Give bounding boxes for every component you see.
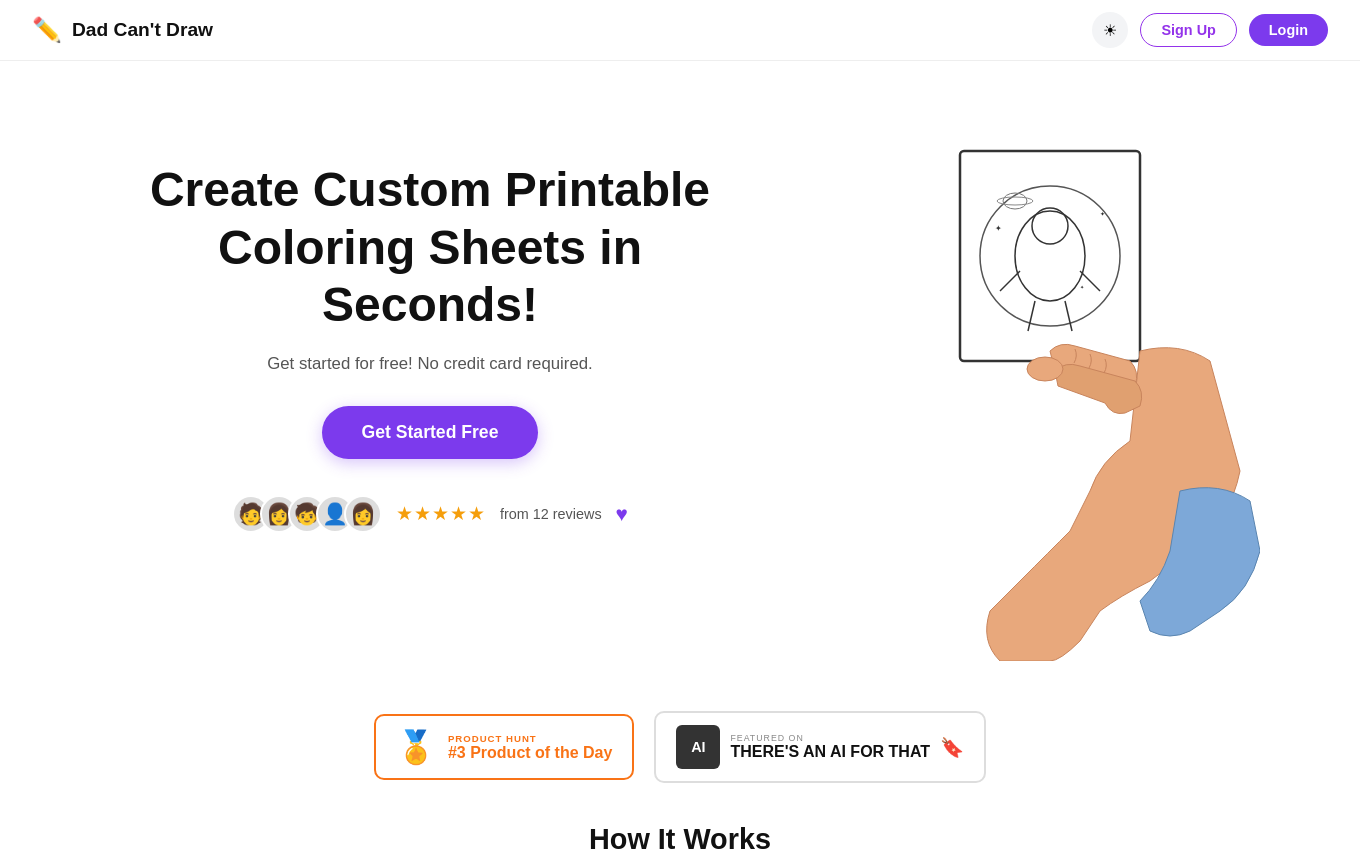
ph-title: #3 Product of the Day	[448, 744, 612, 762]
medal-icon: 🏅	[396, 728, 436, 766]
ai-featured-label: FEATURED ON	[730, 733, 930, 743]
how-it-works-section: How It Works	[0, 803, 1360, 859]
badges-section: 🏅 PRODUCT HUNT #3 Product of the Day AI …	[0, 701, 1360, 803]
logo-text: Dad Can't Draw	[72, 19, 213, 41]
avatar-group: 🧑 👩 🧒 👤 👩	[232, 495, 382, 533]
hero-hand-svg: ✦ ✦ ✦	[900, 121, 1260, 661]
review-count: from 12 reviews	[500, 506, 602, 522]
svg-text:✦: ✦	[995, 224, 1002, 233]
svg-text:✦: ✦	[1080, 284, 1084, 290]
ph-label: PRODUCT HUNT	[448, 733, 612, 744]
nav-actions: ☀ Sign Up Login	[1092, 12, 1328, 48]
hero-section: Create Custom Printable Coloring Sheets …	[0, 61, 1360, 701]
ph-text: PRODUCT HUNT #3 Product of the Day	[448, 733, 612, 762]
star-rating: ★★★★★	[396, 502, 486, 525]
social-proof: 🧑 👩 🧒 👤 👩 ★★★★★ from 12 reviews ♥	[120, 495, 740, 533]
avatar: 👩	[344, 495, 382, 533]
svg-text:✦: ✦	[1100, 211, 1105, 217]
svg-rect-0	[960, 151, 1140, 361]
logo[interactable]: ✏️ Dad Can't Draw	[32, 16, 213, 44]
navbar: ✏️ Dad Can't Draw ☀ Sign Up Login	[0, 0, 1360, 61]
ai-title-text: THERE'S AN AI FOR THAT	[730, 743, 930, 761]
bookmark-icon: 🔖	[940, 736, 964, 759]
pencil-icon: ✏️	[32, 16, 62, 44]
theme-toggle-button[interactable]: ☀	[1092, 12, 1128, 48]
ai-for-that-badge[interactable]: AI FEATURED ON THERE'S AN AI FOR THAT 🔖	[654, 711, 986, 783]
hero-subtitle: Get started for free! No credit card req…	[120, 354, 740, 374]
get-started-button[interactable]: Get Started Free	[322, 406, 539, 459]
hero-illustration: ✦ ✦ ✦	[900, 121, 1280, 661]
hero-content: Create Custom Printable Coloring Sheets …	[120, 121, 740, 533]
hero-title: Create Custom Printable Coloring Sheets …	[120, 161, 740, 334]
login-button[interactable]: Login	[1249, 14, 1328, 46]
sun-icon: ☀	[1103, 21, 1117, 40]
product-hunt-badge[interactable]: 🏅 PRODUCT HUNT #3 Product of the Day	[374, 714, 634, 780]
ai-logo-icon: AI	[676, 725, 720, 769]
svg-point-13	[1027, 357, 1063, 381]
signup-button[interactable]: Sign Up	[1140, 13, 1236, 47]
how-title: How It Works	[80, 823, 1280, 856]
ai-text: FEATURED ON THERE'S AN AI FOR THAT	[730, 733, 930, 761]
heart-icon: ♥	[616, 502, 628, 526]
